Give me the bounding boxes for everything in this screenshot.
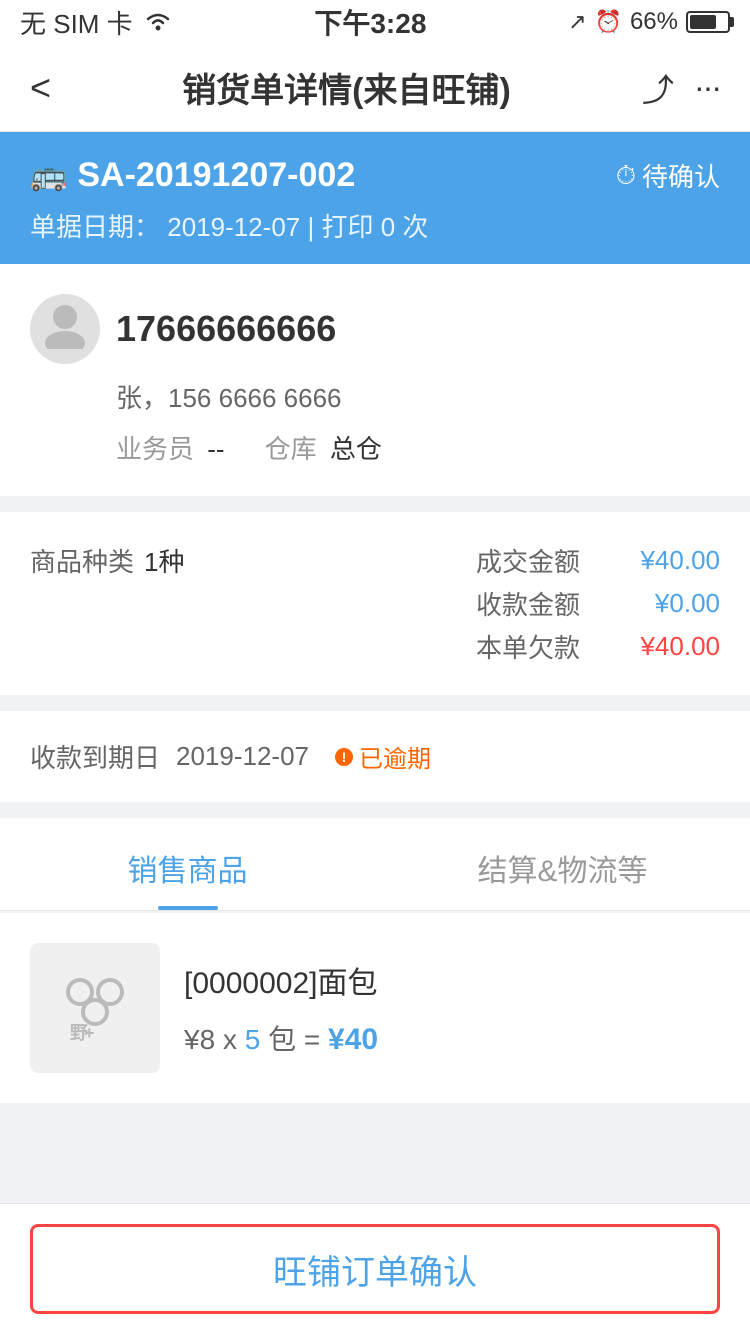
warehouse-label: 仓库 (265, 434, 317, 464)
transaction-amount-label: 成交金额 (476, 542, 580, 579)
order-date: 单据日期： 2019-12-07 | 打印 0 次 (30, 207, 720, 244)
customer-name: 张，156 6666 6666 (116, 378, 720, 415)
nav-right: ⤴ ··· (642, 65, 720, 111)
wifi-icon (143, 7, 173, 38)
due-amount-row: 本单欠款 ¥40.00 (476, 628, 720, 665)
due-date-label: 收款到期日 (30, 738, 160, 775)
battery-percent: 66% (630, 8, 678, 36)
product-type-label: 商品种类 (30, 542, 134, 579)
battery-icon (686, 11, 730, 33)
customer-phone: 17666666666 (116, 308, 336, 350)
nav-bar: < 销货单详情(来自旺铺) ⤴ ··· (0, 44, 750, 132)
transaction-amount-row: 成交金额 ¥40.00 (476, 542, 720, 579)
received-amount-label: 收款金额 (476, 585, 580, 622)
product-name: [0000002]面包 (184, 958, 720, 1002)
confirm-order-button[interactable]: 旺铺订单确认 (30, 1224, 720, 1314)
location-icon: ↗ (568, 9, 586, 35)
due-amount-value: ¥40.00 (600, 631, 720, 662)
export-button[interactable]: ⤴ (642, 65, 674, 111)
clock-icon: ⏱ (616, 160, 636, 192)
truck-icon: 🚌 (30, 158, 67, 193)
more-button[interactable]: ··· (694, 69, 720, 106)
header-card: 🚌 SA-20191207-002 ⏱ 待确认 单据日期： 2019-12-07… (0, 132, 750, 264)
svg-text:野+: 野+ (70, 1023, 94, 1043)
due-date-card: 收款到期日 2019-12-07 ! 已逾期 (0, 711, 750, 802)
product-info: [0000002]面包 ¥8 x 5 包 = ¥40 (184, 958, 720, 1058)
sales-person-label: 业务员 (116, 434, 194, 464)
bottom-bar: 旺铺订单确认 (0, 1203, 750, 1334)
amounts: 成交金额 ¥40.00 收款金额 ¥0.00 本单欠款 ¥40.00 (476, 542, 720, 665)
product-total: ¥40 (328, 1023, 378, 1056)
summary-card: 商品种类 1种 成交金额 ¥40.00 收款金额 ¥0.00 本单欠款 ¥40.… (0, 512, 750, 695)
customer-meta: 业务员 -- 仓库 总仓 (116, 429, 720, 466)
order-status: ⏱ 待确认 (616, 157, 720, 194)
product-list: 野+ [0000002]面包 ¥8 x 5 包 = ¥40 (0, 913, 750, 1103)
back-button[interactable]: < (30, 67, 51, 109)
page-title: 销货单详情(来自旺铺) (182, 63, 511, 112)
order-id: 🚌 SA-20191207-002 (30, 156, 355, 195)
time-label: 下午3:28 (314, 2, 426, 42)
nav-left: < (30, 67, 51, 109)
tabs-bar: 销售商品 结算&物流等 (0, 818, 750, 911)
warehouse-value: 总仓 (330, 434, 382, 464)
due-date-value: 2019-12-07 (176, 741, 309, 772)
alarm-icon: ⏰ (595, 9, 622, 35)
tab-sales-products[interactable]: 销售商品 (0, 818, 375, 910)
system-icons: ↗ ⏰ 66% (568, 8, 730, 36)
tab-settlement-logistics[interactable]: 结算&物流等 (375, 818, 750, 910)
product-quantity: 5 (245, 1024, 261, 1055)
customer-card: 17666666666 张，156 6666 6666 业务员 -- 仓库 总仓 (0, 264, 750, 496)
status-bar: 无 SIM 卡 下午3:28 ↗ ⏰ 66% (0, 0, 750, 44)
overdue-label: 已逾期 (359, 739, 431, 774)
avatar (30, 294, 100, 364)
user-icon (40, 299, 90, 359)
product-type-value: 1种 (144, 542, 184, 579)
product-item: 野+ [0000002]面包 ¥8 x 5 包 = ¥40 (0, 913, 750, 1103)
carrier-label: 无 SIM 卡 (20, 4, 133, 41)
product-thumbnail: 野+ (30, 943, 160, 1073)
overdue-dot-icon: ! (335, 748, 353, 766)
carrier-wifi: 无 SIM 卡 (20, 4, 173, 41)
overdue-badge: ! 已逾期 (325, 735, 441, 778)
due-amount-label: 本单欠款 (476, 628, 580, 665)
product-thumb-logo: 野+ (50, 957, 140, 1059)
received-amount-row: 收款金额 ¥0.00 (476, 585, 720, 622)
product-price: ¥8 x 5 包 = ¥40 (184, 1018, 720, 1058)
transaction-amount-value: ¥40.00 (600, 545, 720, 576)
product-type: 商品种类 1种 (30, 542, 184, 579)
sales-person-value: -- (207, 434, 224, 464)
received-amount-value: ¥0.00 (600, 588, 720, 619)
